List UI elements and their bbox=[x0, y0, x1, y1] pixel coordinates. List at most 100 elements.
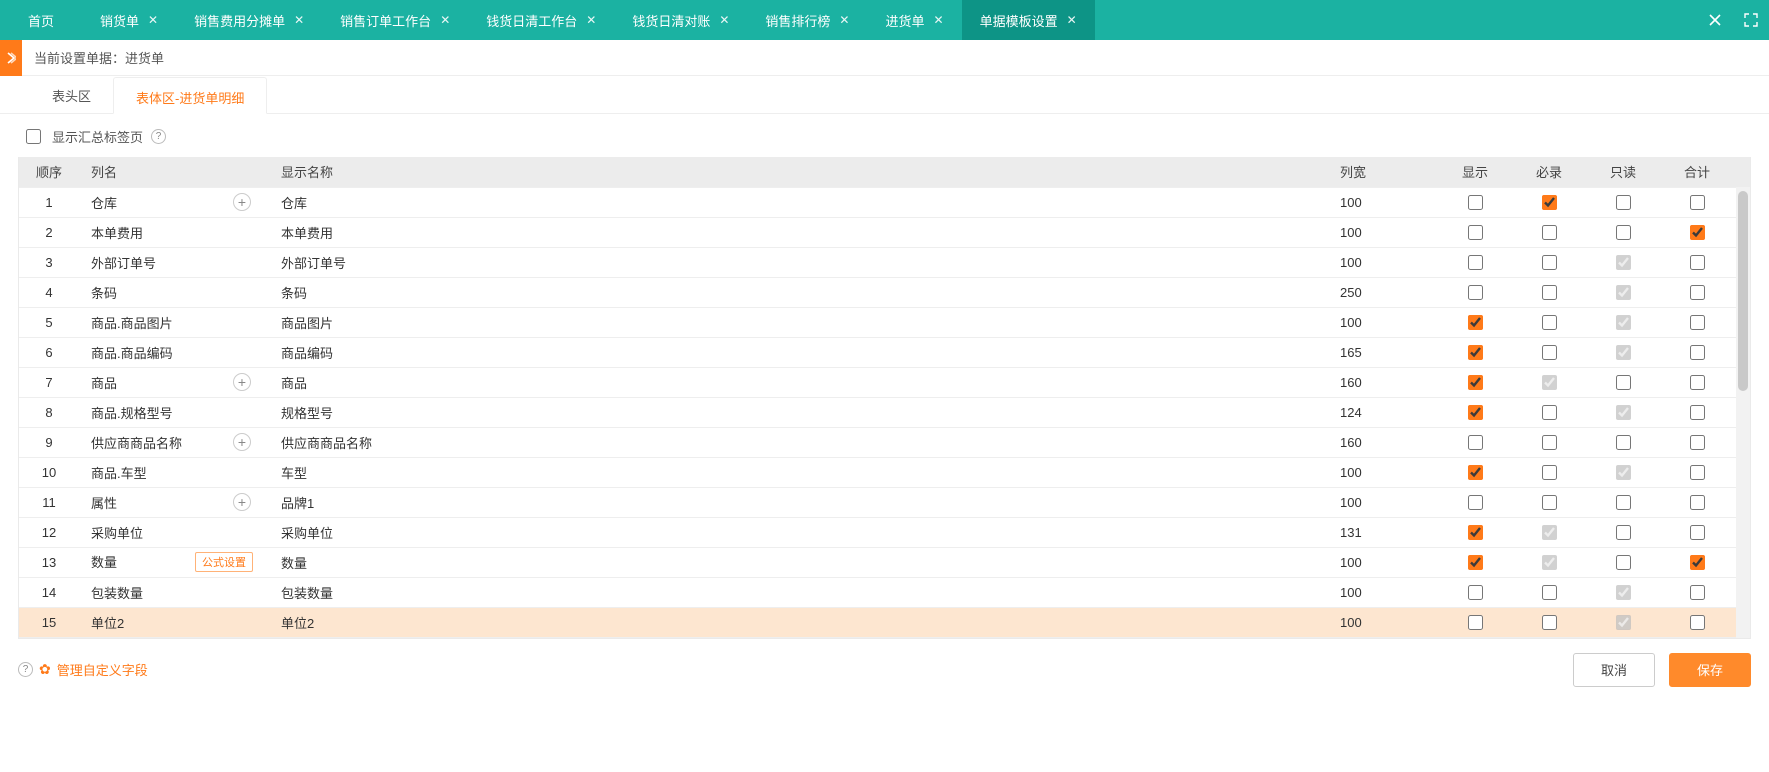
cell-dispname[interactable]: 品牌1 bbox=[269, 487, 1328, 517]
cell-width[interactable]: 124 bbox=[1328, 397, 1438, 427]
cell-dispname[interactable]: 单位2 bbox=[269, 607, 1328, 637]
help-icon[interactable]: ? bbox=[151, 129, 166, 144]
cell-dispname[interactable]: 包装数量 bbox=[269, 577, 1328, 607]
cell-dispname[interactable]: 商品图片 bbox=[269, 307, 1328, 337]
tab-2[interactable]: 销售订单工作台✕ bbox=[322, 0, 468, 40]
cell-width[interactable]: 100 bbox=[1328, 217, 1438, 247]
tab-7[interactable]: 单据模板设置✕ bbox=[962, 0, 1095, 40]
cell-width[interactable]: 100 bbox=[1328, 247, 1438, 277]
sum-checkbox[interactable] bbox=[1690, 495, 1705, 510]
close-icon[interactable]: ✕ bbox=[1067, 13, 1077, 27]
sum-checkbox[interactable] bbox=[1690, 375, 1705, 390]
cell-dispname[interactable]: 商品编码 bbox=[269, 337, 1328, 367]
readonly-checkbox[interactable] bbox=[1616, 195, 1631, 210]
cell-width[interactable]: 100 bbox=[1328, 187, 1438, 217]
show-checkbox[interactable] bbox=[1468, 615, 1483, 630]
add-icon[interactable]: + bbox=[233, 373, 251, 391]
cell-dispname[interactable]: 规格型号 bbox=[269, 397, 1328, 427]
show-checkbox[interactable] bbox=[1468, 195, 1483, 210]
subtab-header-area[interactable]: 表头区 bbox=[30, 76, 113, 113]
cell-dispname[interactable]: 车型 bbox=[269, 457, 1328, 487]
required-checkbox[interactable] bbox=[1542, 195, 1557, 210]
cell-dispname[interactable]: 采购单位 bbox=[269, 517, 1328, 547]
readonly-checkbox[interactable] bbox=[1616, 525, 1631, 540]
sum-checkbox[interactable] bbox=[1690, 345, 1705, 360]
show-checkbox[interactable] bbox=[1468, 495, 1483, 510]
footer-help-icon[interactable]: ? bbox=[18, 662, 33, 677]
table-row[interactable]: 3外部订单号外部订单号100 bbox=[19, 247, 1750, 277]
cell-width[interactable]: 160 bbox=[1328, 427, 1438, 457]
save-button[interactable]: 保存 bbox=[1669, 653, 1751, 687]
vertical-scrollbar[interactable] bbox=[1736, 187, 1750, 638]
tab-5[interactable]: 销售排行榜✕ bbox=[747, 0, 867, 40]
cell-dispname[interactable]: 数量 bbox=[269, 547, 1328, 577]
cell-width[interactable]: 165 bbox=[1328, 337, 1438, 367]
cell-width[interactable]: 100 bbox=[1328, 547, 1438, 577]
cell-dispname[interactable]: 条码 bbox=[269, 277, 1328, 307]
table-row[interactable]: 7商品+商品160 bbox=[19, 367, 1750, 397]
subtab-body-area[interactable]: 表体区-进货单明细 bbox=[113, 77, 267, 114]
show-checkbox[interactable] bbox=[1468, 285, 1483, 300]
manage-custom-fields-link[interactable]: 管理自定义字段 bbox=[57, 660, 148, 679]
readonly-checkbox[interactable] bbox=[1616, 225, 1631, 240]
readonly-checkbox[interactable] bbox=[1616, 435, 1631, 450]
show-checkbox[interactable] bbox=[1468, 585, 1483, 600]
tab-6[interactable]: 进货单✕ bbox=[867, 0, 961, 40]
show-checkbox[interactable] bbox=[1468, 255, 1483, 270]
scrollbar-thumb[interactable] bbox=[1738, 191, 1748, 391]
sum-checkbox[interactable] bbox=[1690, 405, 1705, 420]
fullscreen-icon[interactable] bbox=[1733, 0, 1769, 40]
sum-checkbox[interactable] bbox=[1690, 315, 1705, 330]
readonly-checkbox[interactable] bbox=[1616, 495, 1631, 510]
cell-width[interactable]: 100 bbox=[1328, 457, 1438, 487]
tab-4[interactable]: 钱货日清对账✕ bbox=[614, 0, 747, 40]
sum-checkbox[interactable] bbox=[1690, 225, 1705, 240]
tab-1[interactable]: 销售费用分摊单✕ bbox=[176, 0, 322, 40]
table-row[interactable]: 10商品.车型车型100 bbox=[19, 457, 1750, 487]
close-icon[interactable]: ✕ bbox=[440, 13, 450, 27]
show-checkbox[interactable] bbox=[1468, 375, 1483, 390]
required-checkbox[interactable] bbox=[1542, 405, 1557, 420]
sum-checkbox[interactable] bbox=[1690, 615, 1705, 630]
table-row[interactable]: 6商品.商品编码商品编码165 bbox=[19, 337, 1750, 367]
required-checkbox[interactable] bbox=[1542, 285, 1557, 300]
cell-width[interactable]: 160 bbox=[1328, 367, 1438, 397]
table-row[interactable]: 8商品.规格型号规格型号124 bbox=[19, 397, 1750, 427]
readonly-checkbox[interactable] bbox=[1616, 375, 1631, 390]
required-checkbox[interactable] bbox=[1542, 315, 1557, 330]
show-checkbox[interactable] bbox=[1468, 345, 1483, 360]
table-row[interactable]: 9供应商商品名称+供应商商品名称160 bbox=[19, 427, 1750, 457]
sum-checkbox[interactable] bbox=[1690, 285, 1705, 300]
required-checkbox[interactable] bbox=[1542, 495, 1557, 510]
sum-checkbox[interactable] bbox=[1690, 195, 1705, 210]
close-icon[interactable]: ✕ bbox=[719, 13, 729, 27]
readonly-checkbox[interactable] bbox=[1616, 555, 1631, 570]
sidebar-collapse-chevron-icon[interactable] bbox=[0, 40, 22, 76]
cell-dispname[interactable]: 仓库 bbox=[269, 187, 1328, 217]
tab-0[interactable]: 销货单✕ bbox=[82, 0, 176, 40]
tab-3[interactable]: 钱货日清工作台✕ bbox=[468, 0, 614, 40]
sum-checkbox[interactable] bbox=[1690, 465, 1705, 480]
show-checkbox[interactable] bbox=[1468, 315, 1483, 330]
show-checkbox[interactable] bbox=[1468, 435, 1483, 450]
sum-checkbox[interactable] bbox=[1690, 525, 1705, 540]
sum-checkbox[interactable] bbox=[1690, 585, 1705, 600]
table-row[interactable]: 12采购单位采购单位131 bbox=[19, 517, 1750, 547]
formula-setting-button[interactable]: 公式设置 bbox=[195, 552, 253, 572]
cancel-button[interactable]: 取消 bbox=[1573, 653, 1655, 687]
show-checkbox[interactable] bbox=[1468, 405, 1483, 420]
sum-checkbox[interactable] bbox=[1690, 435, 1705, 450]
cell-width[interactable]: 131 bbox=[1328, 517, 1438, 547]
required-checkbox[interactable] bbox=[1542, 465, 1557, 480]
cell-width[interactable]: 250 bbox=[1328, 277, 1438, 307]
required-checkbox[interactable] bbox=[1542, 585, 1557, 600]
table-row[interactable]: 14包装数量包装数量100 bbox=[19, 577, 1750, 607]
show-checkbox[interactable] bbox=[1468, 225, 1483, 240]
table-row[interactable]: 1仓库+仓库100 bbox=[19, 187, 1750, 217]
sum-checkbox[interactable] bbox=[1690, 255, 1705, 270]
close-icon[interactable]: ✕ bbox=[839, 13, 849, 27]
close-icon[interactable]: ✕ bbox=[586, 13, 596, 27]
show-checkbox[interactable] bbox=[1468, 465, 1483, 480]
show-checkbox[interactable] bbox=[1468, 555, 1483, 570]
close-icon[interactable]: ✕ bbox=[294, 13, 304, 27]
